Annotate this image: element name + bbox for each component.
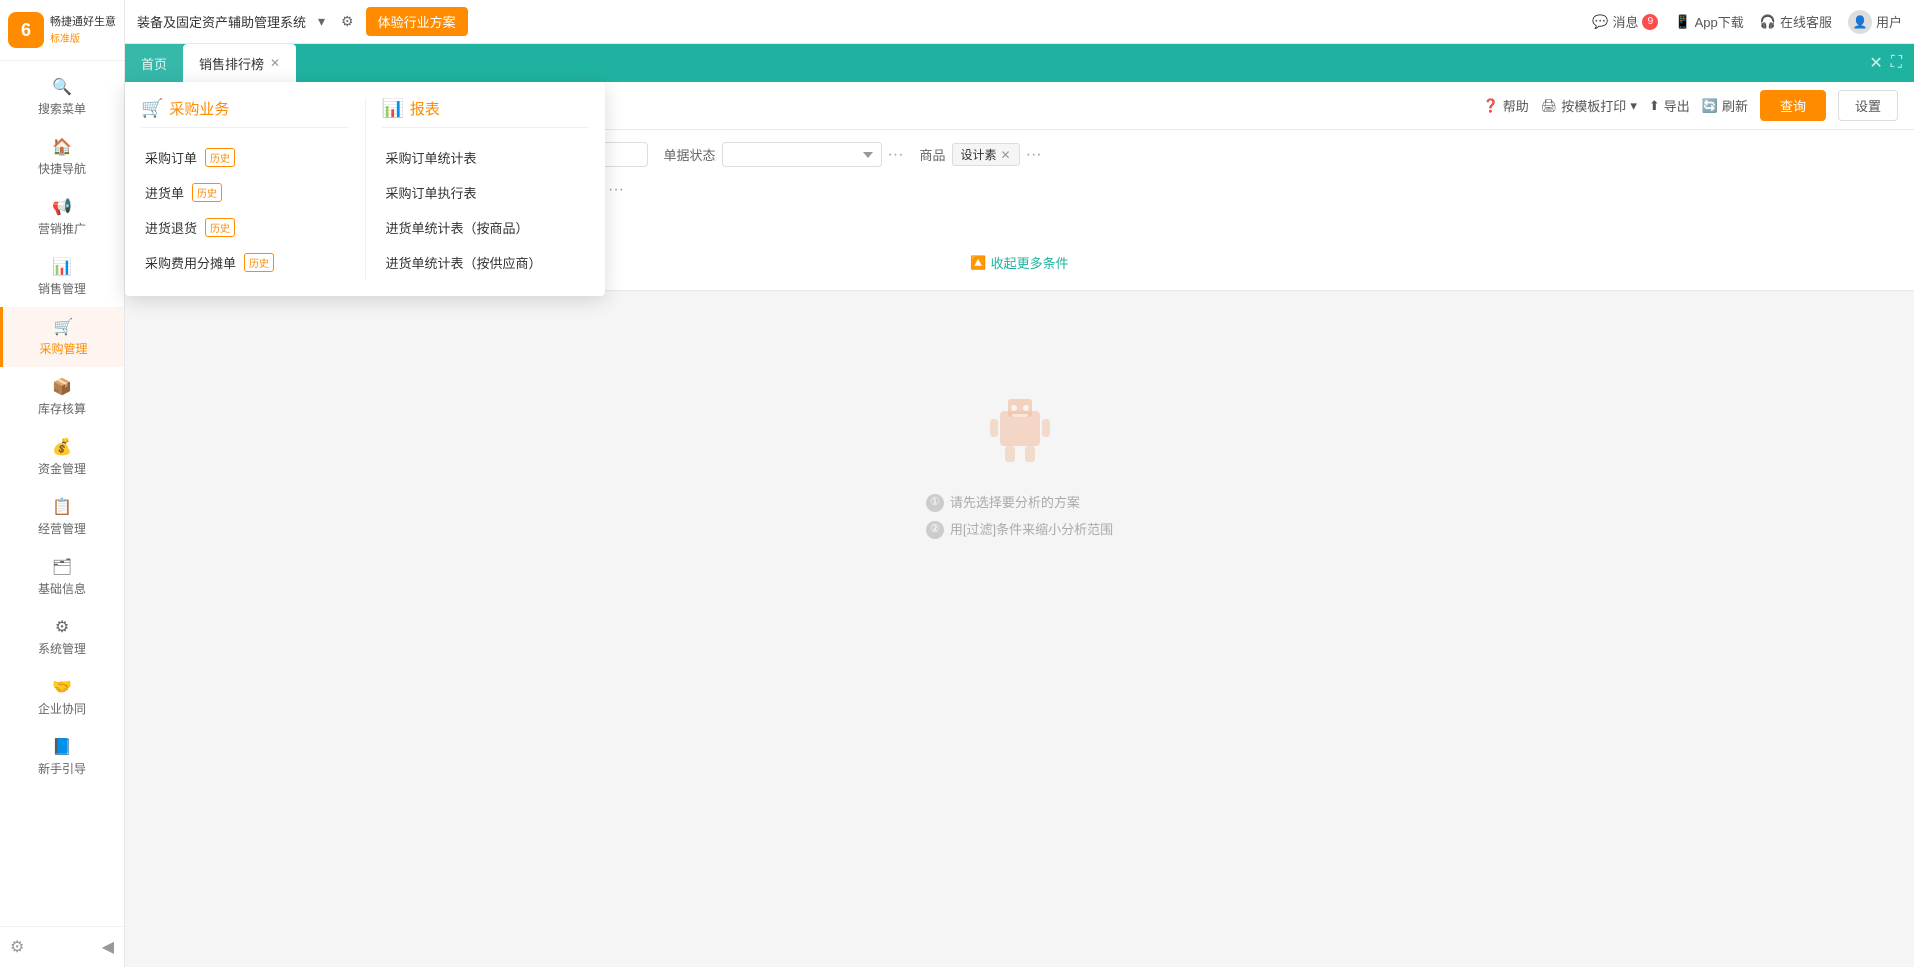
- report-1-label: 采购订单统计表: [386, 148, 477, 167]
- app-name: 畅捷通好生意: [50, 15, 116, 30]
- tabs-bar: 首页 销售排行榜 ✕ ✕ ⛶: [125, 44, 1914, 82]
- header-right: 💬 消息 9 📱 App下载 🎧 在线客服 👤 用户: [1592, 10, 1902, 34]
- message-badge: 9: [1642, 14, 1658, 30]
- app-download-label: App下载: [1695, 12, 1744, 31]
- expense-label: 采购费用分摊单: [145, 253, 236, 272]
- dropdown-item-purchase-order[interactable]: 采购订单 历史: [141, 140, 349, 175]
- settings-header-icon[interactable]: ⚙: [337, 9, 358, 34]
- dropdown-item-report-3[interactable]: 进货单统计表（按商品）: [382, 210, 590, 245]
- tab-home-label: 首页: [141, 54, 167, 73]
- dropdown-arrow-icon[interactable]: ▾: [314, 9, 329, 34]
- purchase-col-title-text: 采购业务: [169, 98, 229, 119]
- phone-icon: 📱: [1674, 14, 1690, 30]
- sidebar-bottom: ⚙ ◀: [0, 926, 124, 967]
- clipboard-icon: 📋: [52, 497, 72, 517]
- sidebar-item-guide[interactable]: 📘 新手引导: [0, 727, 124, 787]
- dropdown-item-report-4[interactable]: 进货单统计表（按供应商）: [382, 245, 590, 280]
- purchase-order-label: 采购订单: [145, 148, 197, 167]
- fullscreen-icon[interactable]: ⛶: [1891, 54, 1902, 72]
- purchase-col-icon: 🛒: [141, 98, 163, 119]
- history-badge-1: 历史: [192, 183, 222, 202]
- dropdown-purchase-col: 🛒 采购业务 采购订单 历史 进货单 历史 进货退货 历史 采购费用分摊单 历史: [141, 98, 349, 280]
- sidebar-item-enterprise[interactable]: 🤝 企业协同: [0, 667, 124, 727]
- return-label: 进货退货: [145, 218, 197, 237]
- user-label: 用户: [1876, 12, 1902, 31]
- message-btn[interactable]: 💬 消息 9: [1592, 12, 1658, 31]
- dropdown-item-expense[interactable]: 采购费用分摊单 历史: [141, 245, 349, 280]
- collapse-sidebar-icon[interactable]: ◀: [102, 937, 114, 957]
- app-logo: 6 畅捷通好生意 标准版: [0, 0, 124, 61]
- user-btn[interactable]: 👤 用户: [1848, 10, 1902, 34]
- dropdown-report-col: 📊 报表 采购订单统计表 采购订单执行表 进货单统计表（按商品） 进货单统计表（…: [382, 98, 590, 280]
- report-2-label: 采购订单执行表: [386, 183, 477, 202]
- headset-icon: 🎧: [1760, 14, 1776, 30]
- sidebar-item-basic[interactable]: 🗂 基础信息: [0, 547, 124, 607]
- folder-icon: 🗂: [52, 557, 72, 577]
- history-badge-3: 历史: [244, 253, 274, 272]
- sidebar-item-finance[interactable]: 💰 资金管理: [0, 427, 124, 487]
- history-badge-2: 历史: [205, 218, 235, 237]
- handshake-icon: 🤝: [52, 677, 72, 697]
- settings-bottom-icon[interactable]: ⚙: [10, 937, 24, 957]
- tab-home[interactable]: 首页: [125, 44, 183, 82]
- sidebar-item-operation[interactable]: 📋 经营管理: [0, 487, 124, 547]
- sidebar-item-stock[interactable]: 📦 库存核算: [0, 367, 124, 427]
- sidebar-item-system[interactable]: ⚙ 系统管理: [0, 607, 124, 667]
- gear-icon: ⚙: [55, 617, 69, 637]
- dropdown-divider: [365, 98, 366, 280]
- purchase-col-title: 🛒 采购业务: [141, 98, 349, 128]
- report-col-title-text: 报表: [410, 98, 440, 119]
- logo-icon: 6: [8, 12, 44, 48]
- cart-icon: 🛒: [54, 317, 74, 337]
- sidebar-item-search[interactable]: 🔍 搜索菜单: [0, 67, 124, 127]
- megaphone-icon: 📢: [52, 197, 72, 217]
- report-col-icon: 📊: [382, 98, 404, 119]
- chart-icon: 📊: [52, 257, 72, 277]
- sidebar-nav: 🔍 搜索菜单 🏠 快捷导航 📢 营销推广 📊 销售管理 🛒 采购管理 📦 库存核…: [0, 61, 124, 926]
- sidebar-item-purchase[interactable]: 🛒 采购管理: [0, 307, 124, 367]
- close-tab-icon[interactable]: ✕: [1869, 53, 1882, 73]
- message-label: 消息: [1612, 12, 1638, 31]
- online-service-btn[interactable]: 🎧 在线客服: [1760, 12, 1832, 31]
- dropdown-item-report-2[interactable]: 采购订单执行表: [382, 175, 590, 210]
- message-icon: 💬: [1592, 14, 1608, 30]
- sidebar-item-sales[interactable]: 📊 销售管理: [0, 247, 124, 307]
- search-icon: 🔍: [52, 77, 72, 97]
- tabs-right-controls: ✕ ⛶: [1869, 53, 1914, 73]
- purchase-dropdown-menu: 🛒 采购业务 采购订单 历史 进货单 历史 进货退货 历史 采购费用分摊单 历史: [125, 82, 605, 296]
- tab-sales-rank-label: 销售排行榜: [199, 54, 264, 73]
- money-icon: 💰: [52, 437, 72, 457]
- history-badge-0: 历史: [205, 148, 235, 167]
- header: 装备及固定资产辅助管理系统 ▾ ⚙ 体验行业方案 💬 消息 9 📱 App下载 …: [125, 0, 1914, 44]
- avatar: 👤: [1848, 10, 1872, 34]
- online-service-label: 在线客服: [1780, 12, 1832, 31]
- app-download-btn[interactable]: 📱 App下载: [1674, 12, 1743, 31]
- box-icon: 📦: [52, 377, 72, 397]
- dropdown-overlay: 🛒 采购业务 采购订单 历史 进货单 历史 进货退货 历史 采购费用分摊单 历史: [125, 82, 1914, 967]
- sidebar-item-label: 搜索菜单: [38, 100, 86, 117]
- sidebar-item-marketing[interactable]: 📢 营销推广: [0, 187, 124, 247]
- sidebar-item-quick-nav[interactable]: 🏠 快捷导航: [0, 127, 124, 187]
- sidebar: 6 畅捷通好生意 标准版 🔍 搜索菜单 🏠 快捷导航 📢 营销推广 📊 销售管理…: [0, 0, 125, 967]
- header-left: 装备及固定资产辅助管理系统 ▾ ⚙ 体验行业方案: [137, 7, 468, 36]
- stock-in-label: 进货单: [145, 183, 184, 202]
- dropdown-item-report-1[interactable]: 采购订单统计表: [382, 140, 590, 175]
- app-badge: 标准版: [50, 30, 116, 45]
- book-icon: 📘: [52, 737, 72, 757]
- home-icon: 🏠: [52, 137, 72, 157]
- report-4-label: 进货单统计表（按供应商）: [386, 253, 542, 272]
- dropdown-item-stock-in[interactable]: 进货单 历史: [141, 175, 349, 210]
- system-name: 装备及固定资产辅助管理系统: [137, 12, 306, 31]
- tab-close-icon[interactable]: ✕: [270, 56, 280, 70]
- report-3-label: 进货单统计表（按商品）: [386, 218, 529, 237]
- dropdown-item-return[interactable]: 进货退货 历史: [141, 210, 349, 245]
- tab-sales-rank[interactable]: 销售排行榜 ✕: [183, 44, 296, 82]
- report-col-title: 📊 报表: [382, 98, 590, 128]
- industry-btn[interactable]: 体验行业方案: [366, 7, 468, 36]
